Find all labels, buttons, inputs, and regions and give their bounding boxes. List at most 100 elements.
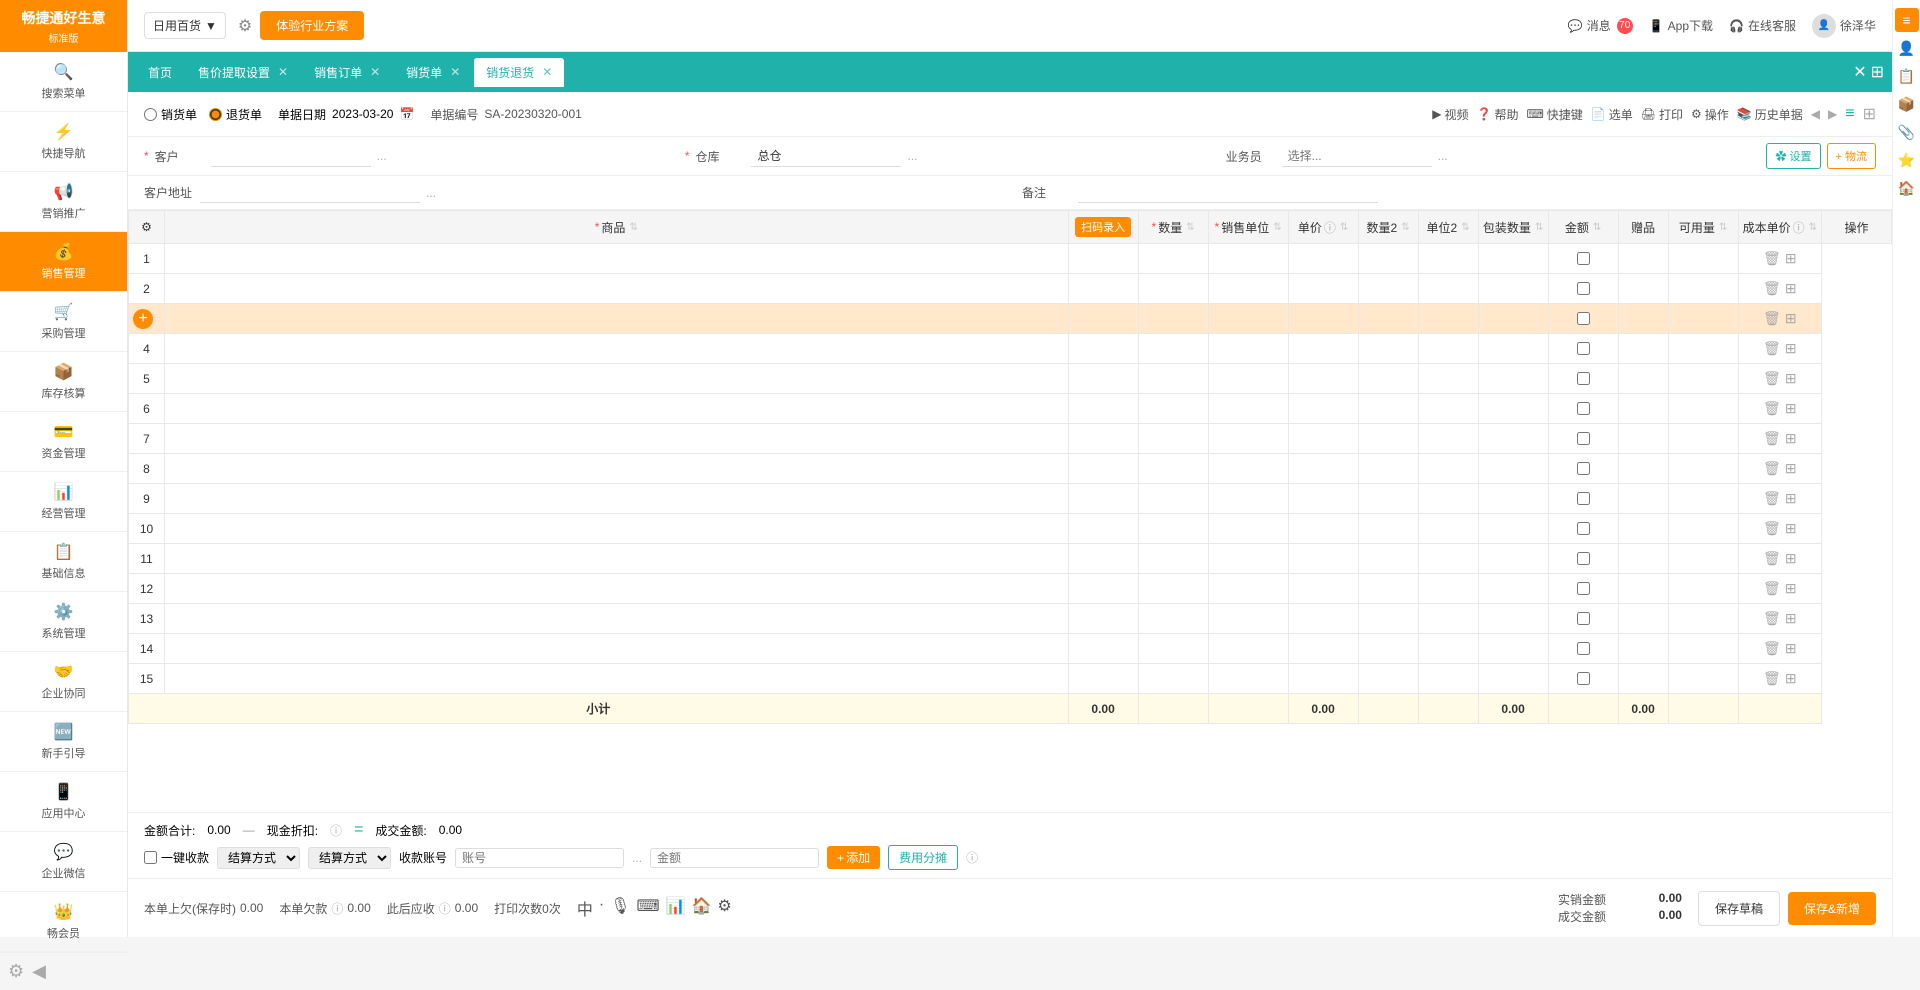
unit-cell[interactable] bbox=[1138, 484, 1208, 514]
fee-split-btn[interactable]: 费用分摊 bbox=[888, 845, 958, 870]
tab-close-icon[interactable]: ✕ bbox=[542, 65, 552, 79]
qty2-cell[interactable] bbox=[1288, 244, 1358, 274]
delete-icon[interactable]: 🗑 bbox=[1763, 580, 1781, 597]
package-qty-cell[interactable] bbox=[1418, 634, 1478, 664]
unit2-cell[interactable] bbox=[1358, 274, 1418, 304]
product-cell[interactable] bbox=[165, 664, 1069, 694]
unit2-cell[interactable] bbox=[1358, 544, 1418, 574]
amount-cell[interactable] bbox=[1478, 274, 1548, 304]
unit2-cell[interactable] bbox=[1358, 484, 1418, 514]
available-cell[interactable] bbox=[1618, 484, 1668, 514]
gift-checkbox[interactable] bbox=[1577, 402, 1590, 415]
price-cell[interactable] bbox=[1208, 364, 1288, 394]
qty2-cell[interactable] bbox=[1288, 574, 1358, 604]
qty2-cell[interactable] bbox=[1288, 304, 1358, 334]
delete-icon[interactable]: 🗑 bbox=[1763, 490, 1781, 507]
delete-icon[interactable]: 🗑 bbox=[1763, 250, 1781, 267]
right-panel-icon-2[interactable]: 👤 bbox=[1895, 36, 1919, 60]
gift-checkbox[interactable] bbox=[1577, 522, 1590, 535]
amount-cell[interactable] bbox=[1478, 544, 1548, 574]
package-qty-cell[interactable] bbox=[1418, 574, 1478, 604]
available-cell[interactable] bbox=[1618, 364, 1668, 394]
qty-cell[interactable] bbox=[1068, 274, 1138, 304]
amount-cell[interactable] bbox=[1478, 244, 1548, 274]
qty2-cell[interactable] bbox=[1288, 664, 1358, 694]
tab-sales[interactable]: 销货单 ✕ bbox=[394, 58, 472, 87]
copy-icon[interactable]: ⊞ bbox=[1785, 670, 1797, 687]
address-input[interactable] bbox=[200, 182, 420, 203]
add-btn[interactable]: + 添加 bbox=[827, 846, 880, 869]
add-row-btn[interactable]: + bbox=[133, 309, 153, 329]
tab-sales-return[interactable]: 销货退货 ✕ bbox=[474, 58, 564, 87]
staff-more-icon[interactable]: ... bbox=[1438, 149, 1448, 163]
price-cell[interactable] bbox=[1208, 394, 1288, 424]
account-more-icon[interactable]: ... bbox=[632, 851, 642, 865]
sidebar-item-marketing[interactable]: 📢 营销推广 bbox=[0, 172, 127, 232]
unit-cell[interactable] bbox=[1138, 664, 1208, 694]
customer-more-icon[interactable]: ... bbox=[377, 149, 387, 163]
product-cell[interactable] bbox=[165, 544, 1069, 574]
unit-cell[interactable] bbox=[1138, 364, 1208, 394]
sidebar-item-purchase[interactable]: 🛒 采购管理 bbox=[0, 292, 127, 352]
cost-price-cell[interactable] bbox=[1668, 244, 1738, 274]
product-cell[interactable] bbox=[165, 634, 1069, 664]
package-qty-cell[interactable] bbox=[1418, 334, 1478, 364]
sidebar-item-system[interactable]: ⚙️ 系统管理 bbox=[0, 592, 127, 652]
product-cell[interactable] bbox=[165, 574, 1069, 604]
qty-cell[interactable] bbox=[1068, 334, 1138, 364]
available-cell[interactable] bbox=[1618, 604, 1668, 634]
unit2-cell[interactable] bbox=[1358, 364, 1418, 394]
sidebar-item-enterprise[interactable]: 🤝 企业协同 bbox=[0, 652, 127, 712]
sidebar-item-wechat[interactable]: 💬 企业微信 bbox=[0, 832, 127, 892]
action-help[interactable]: ❓ 帮助 bbox=[1477, 106, 1519, 123]
copy-icon[interactable]: ⊞ bbox=[1785, 370, 1797, 387]
available-cell[interactable] bbox=[1618, 454, 1668, 484]
action-operate[interactable]: ⚙ 操作 bbox=[1691, 106, 1729, 123]
qty2-cell[interactable] bbox=[1288, 634, 1358, 664]
cost-price-cell[interactable] bbox=[1668, 274, 1738, 304]
action-print[interactable]: 🖨 打印 bbox=[1641, 106, 1683, 123]
unit-cell[interactable] bbox=[1138, 244, 1208, 274]
price-cell[interactable] bbox=[1208, 484, 1288, 514]
gift-checkbox[interactable] bbox=[1577, 342, 1590, 355]
available-cell[interactable] bbox=[1618, 544, 1668, 574]
package-qty-cell[interactable] bbox=[1418, 364, 1478, 394]
tab-close-all-icon[interactable]: ✕ bbox=[1853, 62, 1866, 82]
collapse-icon[interactable]: ◀ bbox=[32, 961, 46, 982]
gift-checkbox[interactable] bbox=[1577, 372, 1590, 385]
qty2-cell[interactable] bbox=[1288, 544, 1358, 574]
tab-close-icon[interactable]: ✕ bbox=[370, 65, 380, 79]
unit-cell[interactable] bbox=[1138, 304, 1208, 334]
available-cell[interactable] bbox=[1618, 244, 1668, 274]
qty2-cell[interactable] bbox=[1288, 424, 1358, 454]
logistics-btn[interactable]: + 物流 bbox=[1827, 143, 1876, 169]
gift-checkbox[interactable] bbox=[1577, 462, 1590, 475]
unit-cell[interactable] bbox=[1138, 274, 1208, 304]
qty-cell[interactable] bbox=[1068, 424, 1138, 454]
qty-cell[interactable] bbox=[1068, 304, 1138, 334]
package-qty-cell[interactable] bbox=[1418, 454, 1478, 484]
nav-prev-icon[interactable]: ◀ bbox=[1811, 107, 1820, 121]
package-qty-cell[interactable] bbox=[1418, 394, 1478, 424]
save-new-btn[interactable]: 保存&新增 bbox=[1788, 892, 1876, 925]
qty-cell[interactable] bbox=[1068, 514, 1138, 544]
price-cell[interactable] bbox=[1208, 454, 1288, 484]
delete-icon[interactable]: 🗑 bbox=[1763, 550, 1781, 567]
qty-cell[interactable] bbox=[1068, 364, 1138, 394]
product-cell[interactable] bbox=[165, 424, 1069, 454]
one-click-payment-input[interactable] bbox=[144, 851, 157, 864]
warehouse-input[interactable] bbox=[751, 146, 901, 167]
qty2-cell[interactable] bbox=[1288, 514, 1358, 544]
copy-icon[interactable]: ⊞ bbox=[1785, 430, 1797, 447]
delete-icon[interactable]: 🗑 bbox=[1763, 460, 1781, 477]
settings-icon[interactable]: ⚙ bbox=[141, 220, 152, 234]
unit-cell[interactable] bbox=[1138, 604, 1208, 634]
amount-cell[interactable] bbox=[1478, 574, 1548, 604]
price-cell[interactable] bbox=[1208, 514, 1288, 544]
delete-icon[interactable]: 🗑 bbox=[1763, 340, 1781, 357]
qty-cell[interactable] bbox=[1068, 604, 1138, 634]
unit2-cell[interactable] bbox=[1358, 664, 1418, 694]
app-download-item[interactable]: 📱 App下载 bbox=[1649, 17, 1713, 34]
experience-btn[interactable]: 体验行业方案 bbox=[260, 11, 364, 40]
product-cell[interactable] bbox=[165, 514, 1069, 544]
